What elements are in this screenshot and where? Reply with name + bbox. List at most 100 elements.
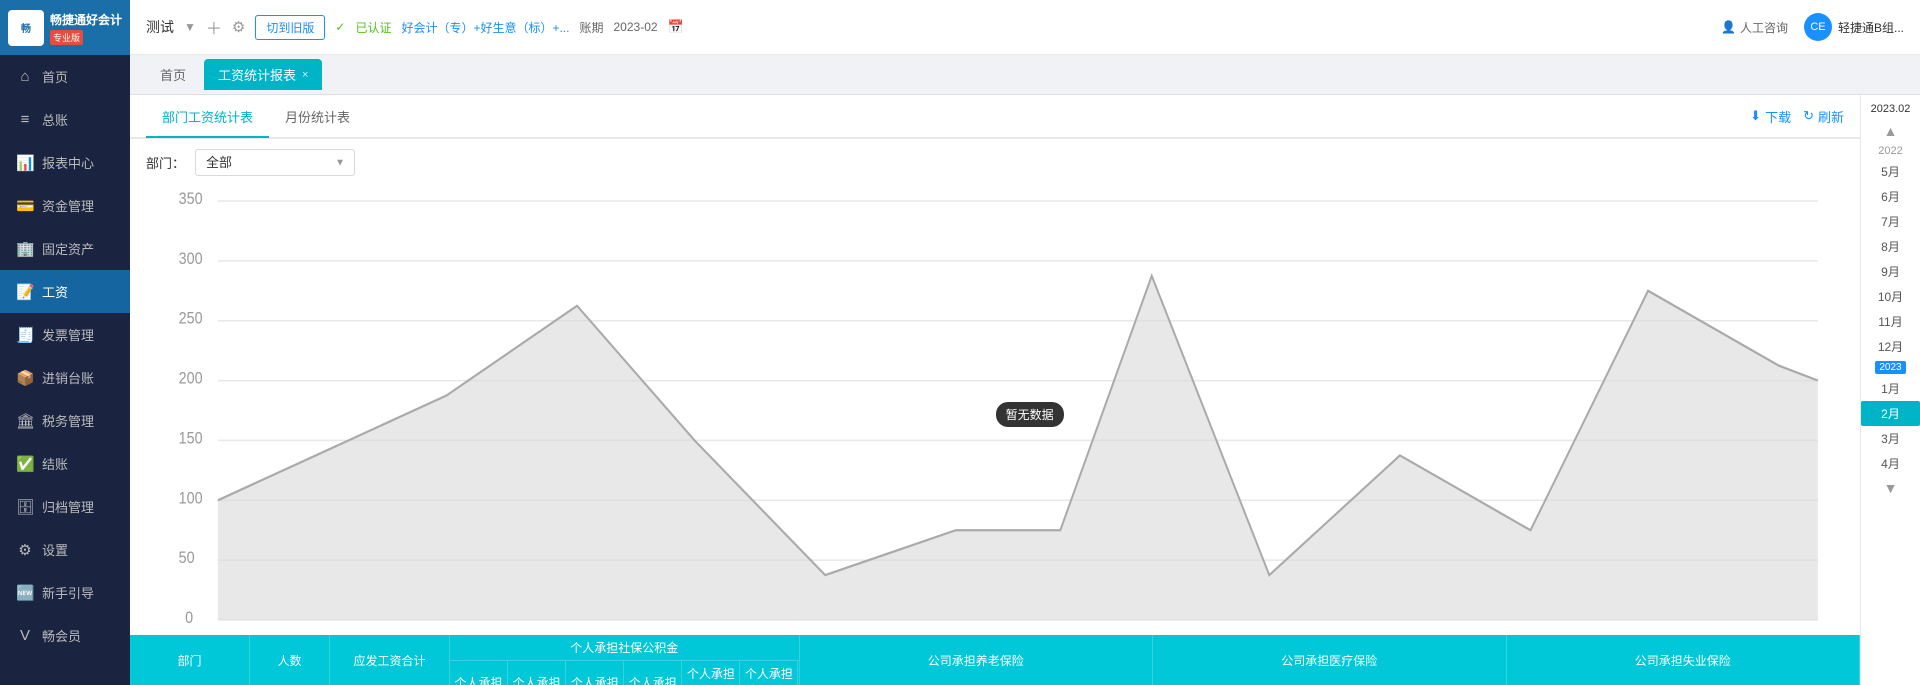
main-area: 测试 ▼ ＋ ⚙ 切到旧版 ✓ 已认证 好会计（专）+好生意（标）+... 账期… (130, 0, 1920, 685)
dept-select-wrapper: 全部 部门A 部门B (195, 149, 355, 176)
invoice-icon: 🧾 (16, 326, 34, 344)
sidebar-item-settings[interactable]: ⚙ 设置 (0, 528, 130, 571)
col-company-pension: 公司承担养老保险 (800, 635, 1154, 685)
guide-icon: 🆕 (16, 584, 34, 602)
period-value: 2023-02 (614, 20, 658, 34)
month-2-active[interactable]: 2月 (1861, 401, 1920, 426)
sidebar-item-invoice[interactable]: 🧾 发票管理 (0, 313, 130, 356)
content-area: 部门工资统计表 月份统计表 ⬇ 下载 ↻ 刷新 部门： (130, 95, 1920, 685)
account-type: 好会计（专）+好生意（标）+... (401, 19, 569, 36)
chart-tooltip: 暂无数据 (996, 402, 1064, 427)
tab-home[interactable]: 首页 (146, 59, 200, 90)
svg-text:50: 50 (179, 549, 195, 567)
user-menu[interactable]: CE 轻捷通B组... (1804, 13, 1904, 41)
month-5[interactable]: 5月 (1861, 159, 1920, 184)
month-9[interactable]: 9月 (1861, 259, 1920, 284)
refresh-icon: ↻ (1803, 108, 1814, 124)
tab-salary-report[interactable]: 工资统计报表 × (204, 59, 322, 90)
sidebar-item-salary[interactable]: 📝 工资 (0, 270, 130, 313)
switch-version-button[interactable]: 切到旧版 (255, 15, 325, 40)
personal-cols: 个人承担养老保险 个人承担医疗保险 个人承担失业保险 个人承担大额医疗 个人承担… (450, 661, 799, 685)
svg-text:350: 350 (179, 190, 203, 208)
funds-icon: 💳 (16, 197, 34, 215)
archive-icon: 🗄 (16, 498, 34, 516)
toolbar-left: 部门： 全部 部门A 部门B (146, 149, 355, 176)
month-12[interactable]: 12月 (1861, 334, 1920, 359)
month-4[interactable]: 4月 (1861, 451, 1920, 476)
sub-tab-dept[interactable]: 部门工资统计表 (146, 97, 269, 138)
avatar: CE (1804, 13, 1832, 41)
personal-group: 个人承担社保公积金 个人承担养老保险 个人承担医疗保险 个人承担失业保险 个人承… (450, 635, 800, 685)
sales-icon: 📦 (16, 369, 34, 387)
right-panel: 2023.02 ▲ 2022 5月 6月 7月 8月 9月 10月 11月 12… (1860, 95, 1920, 685)
month-3[interactable]: 3月 (1861, 426, 1920, 451)
sidebar-item-ledger[interactable]: ≡ 总账 (0, 98, 130, 141)
topbar-right: 👤 人工咨询 CE 轻捷通B组... (1721, 13, 1904, 41)
dept-select[interactable]: 全部 部门A 部门B (195, 149, 355, 176)
settings-button[interactable]: ⚙ (232, 18, 245, 36)
svg-text:150: 150 (179, 430, 203, 448)
table-header: 部门 人数 应发工资合计 个人承担社保公积金 个人承担养老保险 个人承担医疗保险… (130, 635, 1860, 685)
month-7[interactable]: 7月 (1861, 209, 1920, 234)
month-10[interactable]: 10月 (1861, 284, 1920, 309)
sidebar-item-reports[interactable]: 📊 报表中心 (0, 141, 130, 184)
month-6[interactable]: 6月 (1861, 184, 1920, 209)
col-company-unemployment: 公司承担失业保险 (1507, 635, 1861, 685)
refresh-button[interactable]: ↻ 刷新 (1803, 107, 1844, 126)
dept-label: 部门： (146, 153, 185, 172)
sidebar-item-checkout[interactable]: ✅ 结账 (0, 442, 130, 485)
sub-tab-month[interactable]: 月份统计表 (269, 97, 366, 138)
help-button[interactable]: 👤 人工咨询 (1721, 19, 1788, 36)
col-dept: 部门 (130, 635, 250, 685)
reports-icon: 📊 (16, 154, 34, 172)
assets-icon: 🏢 (16, 240, 34, 258)
sidebar-item-member[interactable]: V 畅会员 (0, 614, 130, 657)
right-panel-date: 2023.02 (1869, 99, 1913, 119)
col-total-salary: 应发工资合计 (330, 635, 450, 685)
col-personal-total: 个人承担社保公积金合计 (740, 661, 798, 685)
svg-text:200: 200 (179, 370, 203, 388)
sidebar-item-guide[interactable]: 🆕 新手引导 (0, 571, 130, 614)
filter-toolbar: 部门： 全部 部门A 部门B (130, 139, 1860, 186)
sidebar-logo: 畅 畅捷通好会计 专业版 (0, 0, 130, 55)
scroll-down-button[interactable]: ▼ (1879, 476, 1903, 500)
personal-group-header: 个人承担社保公积金 (450, 635, 799, 661)
salary-icon: 📝 (16, 283, 34, 301)
chart-area: 350 300 250 200 150 100 50 0 (130, 186, 1860, 635)
sidebar: 畅 畅捷通好会计 专业版 ⌂ 首页 ≡ 总账 📊 报表中心 💳 资金管理 🏢 固… (0, 0, 130, 685)
tab-close-icon[interactable]: × (302, 69, 308, 81)
help-icon: 👤 (1721, 20, 1736, 34)
tax-icon: 🏛 (16, 412, 34, 430)
sidebar-item-assets[interactable]: 🏢 固定资产 (0, 227, 130, 270)
svg-text:250: 250 (179, 310, 203, 328)
month-11[interactable]: 11月 (1861, 309, 1920, 334)
certified-icon: ✓ (335, 20, 345, 34)
sidebar-item-archive[interactable]: 🗄 归档管理 (0, 485, 130, 528)
year-2023-badge: 2023 (1875, 361, 1905, 374)
svg-text:0: 0 (185, 609, 193, 627)
col-personal-medical: 个人承担医疗保险 (508, 661, 566, 685)
sidebar-item-tax[interactable]: 🏛 税务管理 (0, 399, 130, 442)
add-button[interactable]: ＋ (206, 15, 222, 39)
logo-text: 畅捷通好会计 专业版 (50, 11, 122, 45)
company-name: 测试 (146, 17, 174, 37)
sidebar-item-sales[interactable]: 📦 进销台账 (0, 356, 130, 399)
home-icon: ⌂ (16, 68, 34, 85)
ledger-icon: ≡ (16, 111, 34, 128)
sidebar-item-funds[interactable]: 💳 资金管理 (0, 184, 130, 227)
checkout-icon: ✅ (16, 455, 34, 473)
company-dropdown-icon[interactable]: ▼ (184, 20, 196, 34)
month-8[interactable]: 8月 (1861, 234, 1920, 259)
svg-text:100: 100 (179, 489, 203, 507)
month-1[interactable]: 1月 (1861, 376, 1920, 401)
col-people: 人数 (250, 635, 330, 685)
svg-text:300: 300 (179, 250, 203, 268)
sidebar-item-home[interactable]: ⌂ 首页 (0, 55, 130, 98)
col-personal-unemployment: 个人承担失业保险 (566, 661, 624, 685)
topbar: 测试 ▼ ＋ ⚙ 切到旧版 ✓ 已认证 好会计（专）+好生意（标）+... 账期… (130, 0, 1920, 55)
calendar-icon[interactable]: 📅 (668, 19, 684, 35)
content-main: 部门工资统计表 月份统计表 ⬇ 下载 ↻ 刷新 部门： (130, 95, 1860, 685)
download-icon: ⬇ (1750, 108, 1761, 124)
download-button[interactable]: ⬇ 下载 (1750, 107, 1791, 126)
scroll-up-button[interactable]: ▲ (1879, 119, 1903, 143)
